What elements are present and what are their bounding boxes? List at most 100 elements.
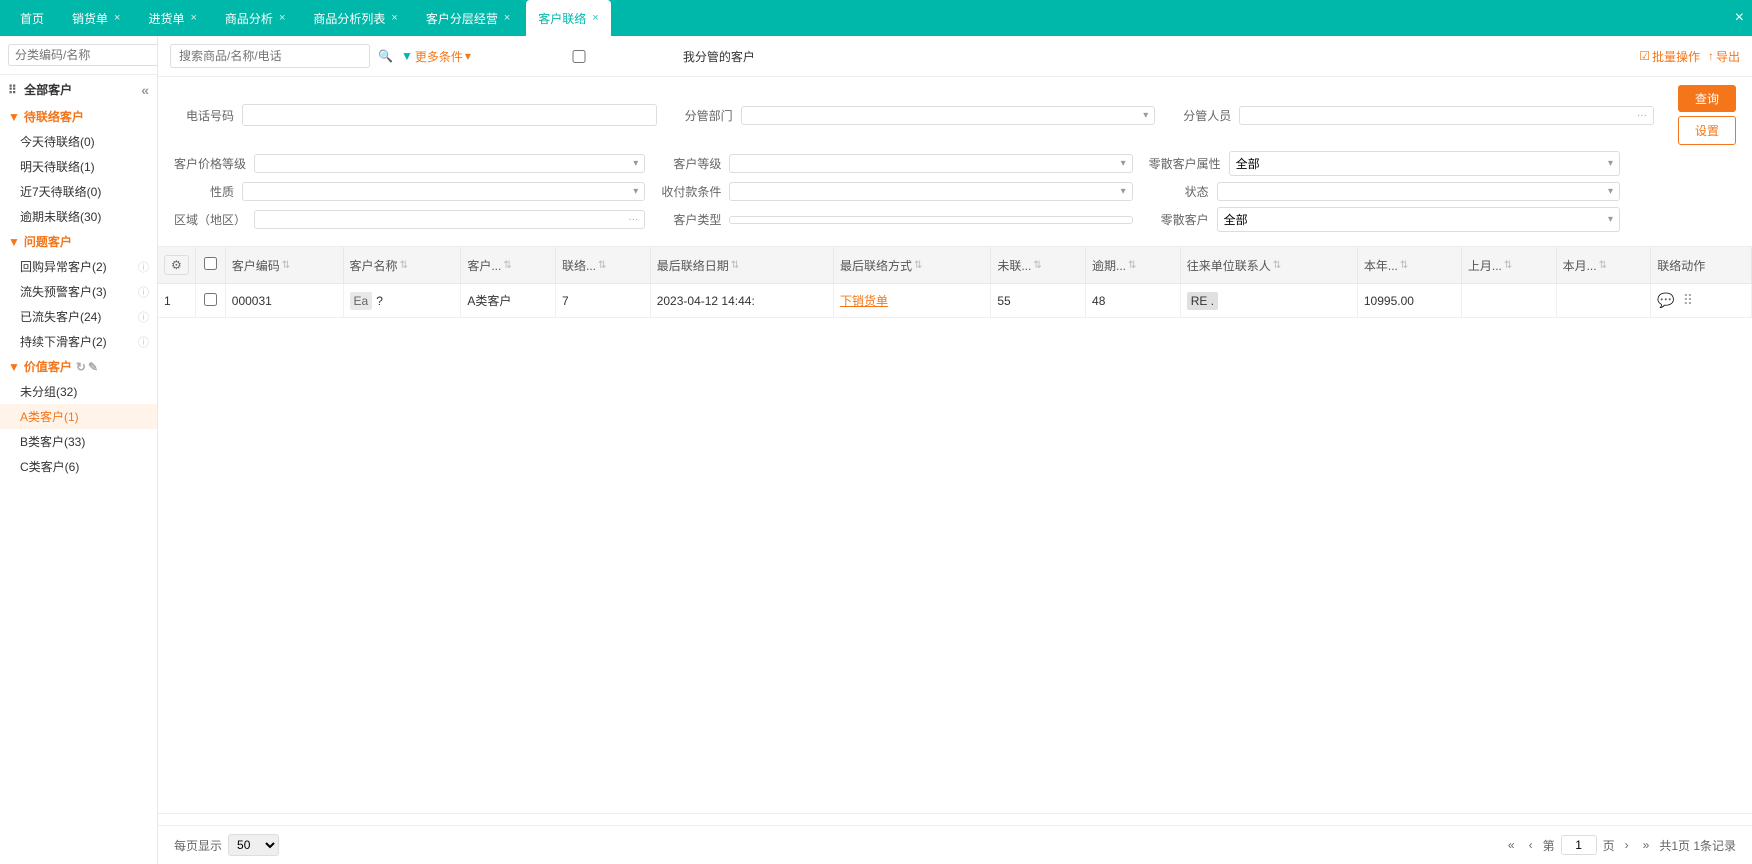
table-row: 1 000031 Ea? A类客户 7 2023-04-12 14:44: 下销… (158, 284, 1752, 318)
field-payment: 收付款条件 ▾ (661, 182, 1132, 201)
row-contact-count: 7 (556, 284, 651, 318)
last-page-btn[interactable]: » (1639, 838, 1654, 852)
sidebar-item-class-c[interactable]: C类客户(6) (0, 454, 157, 479)
row-last-date: 2023-04-12 14:44: (650, 284, 833, 318)
row-code: 000031 (225, 284, 343, 318)
export-btn[interactable]: ↑ 导出 (1708, 48, 1740, 65)
close-all-icon[interactable]: × (1735, 9, 1744, 27)
sidebar-item-today[interactable]: 今天待联络(0) (0, 129, 157, 154)
chevron-down-icon: ▾ (1121, 186, 1126, 197)
col-this-month[interactable]: 本月... ⇅ (1556, 247, 1651, 284)
sidebar-group-value-label[interactable]: ▼ 价值客户 ↻ ✎ (0, 354, 157, 379)
select-all-checkbox[interactable] (204, 257, 217, 270)
home-tab[interactable]: 首页 (8, 0, 56, 36)
col-not-contacted[interactable]: 未联... ⇅ (991, 247, 1086, 284)
close-icon[interactable]: × (504, 12, 510, 24)
nav-tab-customer-tier[interactable]: 客户分层经营 × (414, 0, 522, 36)
first-page-btn[interactable]: « (1504, 838, 1519, 852)
col-last-method[interactable]: 最后联络方式 ⇅ (833, 247, 990, 284)
nav-tab-analysis-list[interactable]: 商品分析列表 × (301, 0, 409, 36)
my-customer-checkbox[interactable]: 我分管的客户 (479, 48, 755, 65)
col-this-year[interactable]: 本年... ⇅ (1357, 247, 1461, 284)
nav-tab-purchase[interactable]: 进货单 × (136, 0, 208, 36)
page-num-input[interactable] (1561, 835, 1597, 855)
prev-page-btn[interactable]: ‹ (1525, 838, 1537, 852)
sidebar-item-class-b[interactable]: B类客户(33) (0, 429, 157, 454)
sidebar-search-input[interactable] (8, 44, 158, 66)
sidebar-group-pending-label[interactable]: ▼ 待联络客户 (0, 104, 157, 129)
nav-tab-customer-contact[interactable]: 客户联络 × (526, 0, 610, 36)
col-customer-type[interactable]: 客户... ⇅ (461, 247, 556, 284)
sidebar-group-value: ▼ 价值客户 ↻ ✎ 未分组(32) A类客户(1) B类客户(33) C类客户… (0, 354, 157, 479)
nature-select[interactable]: ▾ (242, 182, 645, 201)
region-select[interactable]: ··· (254, 210, 645, 229)
status-select[interactable]: ▾ (1217, 182, 1620, 201)
edit-icon[interactable]: ✎ (88, 360, 98, 374)
last-method-link[interactable]: 下销货单 (840, 294, 888, 308)
col-last-date[interactable]: 最后联络日期 ⇅ (650, 247, 833, 284)
batch-op-btn[interactable]: ☑ 批量操作 (1639, 48, 1700, 65)
nav-tab-analysis[interactable]: 商品分析 × (213, 0, 297, 36)
filter-search-icon[interactable]: 🔍 (378, 49, 393, 63)
customer-type-select[interactable] (729, 216, 1132, 224)
more-filter-btn[interactable]: ▼ 更多条件 ▾ (401, 48, 471, 65)
page-total: 共1页 1条记录 (1659, 837, 1736, 854)
sidebar-item-repurchase[interactable]: 回购异常客户(2) ⓘ (0, 254, 157, 279)
sidebar-item-declining[interactable]: 持续下滑客户(2) ⓘ (0, 329, 157, 354)
col-code[interactable]: 客户编码 ⇅ (225, 247, 343, 284)
my-customer-check[interactable] (479, 50, 679, 63)
group-label: 价值客户 (24, 358, 72, 375)
phone-input[interactable] (242, 104, 657, 126)
chevron-down-icon: ▾ (1608, 214, 1613, 225)
col-name[interactable]: 客户名称 ⇅ (343, 247, 461, 284)
sidebar-item-7days[interactable]: 近7天待联络(0) (0, 179, 157, 204)
price-tier-select[interactable]: ▾ (254, 154, 645, 173)
sidebar: 🔍 ⠿ 全部客户 « ▼ 待联络客户 今天待联络(0) 明天待联络(1) 近7天… (0, 36, 158, 864)
gear-button[interactable]: ⚙ (164, 255, 189, 275)
query-btn[interactable]: 查询 (1678, 85, 1736, 112)
col-overdue[interactable]: 逾期... ⇅ (1086, 247, 1181, 284)
col-contact-count[interactable]: 联络... ⇅ (556, 247, 651, 284)
tab-label: 客户分层经营 (426, 10, 498, 27)
sidebar-item-churn-warning[interactable]: 流失预警客户(3) ⓘ (0, 279, 157, 304)
col-last-month[interactable]: 上月... ⇅ (1461, 247, 1556, 284)
search-input[interactable] (170, 44, 370, 68)
page-size-select[interactable]: 50 100 200 (228, 834, 279, 856)
sidebar-item-ungrouped[interactable]: 未分组(32) (0, 379, 157, 404)
close-icon[interactable]: × (190, 12, 196, 24)
close-icon[interactable]: × (114, 12, 120, 24)
sidebar-item-tomorrow[interactable]: 明天待联络(1) (0, 154, 157, 179)
sidebar-group-problem-label[interactable]: ▼ 问题客户 (0, 229, 157, 254)
retail-select[interactable]: 全部 ▾ (1217, 207, 1620, 232)
qr-action-icon[interactable]: ⠿ (1683, 292, 1693, 309)
customer-tier-select[interactable]: ▾ (729, 154, 1132, 173)
export-icon: ↑ (1708, 49, 1714, 63)
payment-select[interactable]: ▾ (729, 182, 1132, 201)
nav-tab-sales[interactable]: 销货单 × (60, 0, 132, 36)
retail-attr-select[interactable]: 全部 ▾ (1229, 151, 1620, 176)
refresh-icon[interactable]: ↻ (76, 360, 86, 374)
col-unit-contact[interactable]: 往来单位联系人 ⇅ (1180, 247, 1357, 284)
collapse-icon[interactable]: « (141, 82, 149, 98)
manager-select[interactable]: ··· (1239, 106, 1654, 125)
dept-select[interactable]: ▾ (741, 106, 1156, 125)
sidebar-item-class-a[interactable]: A类客户(1) (0, 404, 157, 429)
row-checkbox[interactable] (204, 293, 217, 306)
setting-btn[interactable]: 设置 (1678, 116, 1736, 145)
info-icon: ⓘ (138, 334, 149, 350)
sidebar-item-churned[interactable]: 已流失客户(24) ⓘ (0, 304, 157, 329)
sort-icon: ⇅ (731, 260, 739, 271)
message-action-icon[interactable]: 💬 (1657, 292, 1674, 309)
close-icon[interactable]: × (279, 12, 285, 24)
close-icon[interactable]: × (391, 12, 397, 24)
row-unit-contact: RE . (1180, 284, 1357, 318)
next-page-btn[interactable]: › (1621, 838, 1633, 852)
sidebar-group-pending: ▼ 待联络客户 今天待联络(0) 明天待联络(1) 近7天待联络(0) 逾期未联… (0, 104, 157, 229)
all-customers-header[interactable]: ⠿ 全部客户 « (0, 75, 157, 104)
tab-label: 商品分析列表 (313, 10, 385, 27)
row-this-month (1556, 284, 1651, 318)
sidebar-item-overdue[interactable]: 逾期未联络(30) (0, 204, 157, 229)
horizontal-scrollbar[interactable] (158, 813, 1752, 825)
col-gear[interactable]: ⚙ (158, 247, 195, 284)
close-icon[interactable]: × (592, 12, 598, 24)
